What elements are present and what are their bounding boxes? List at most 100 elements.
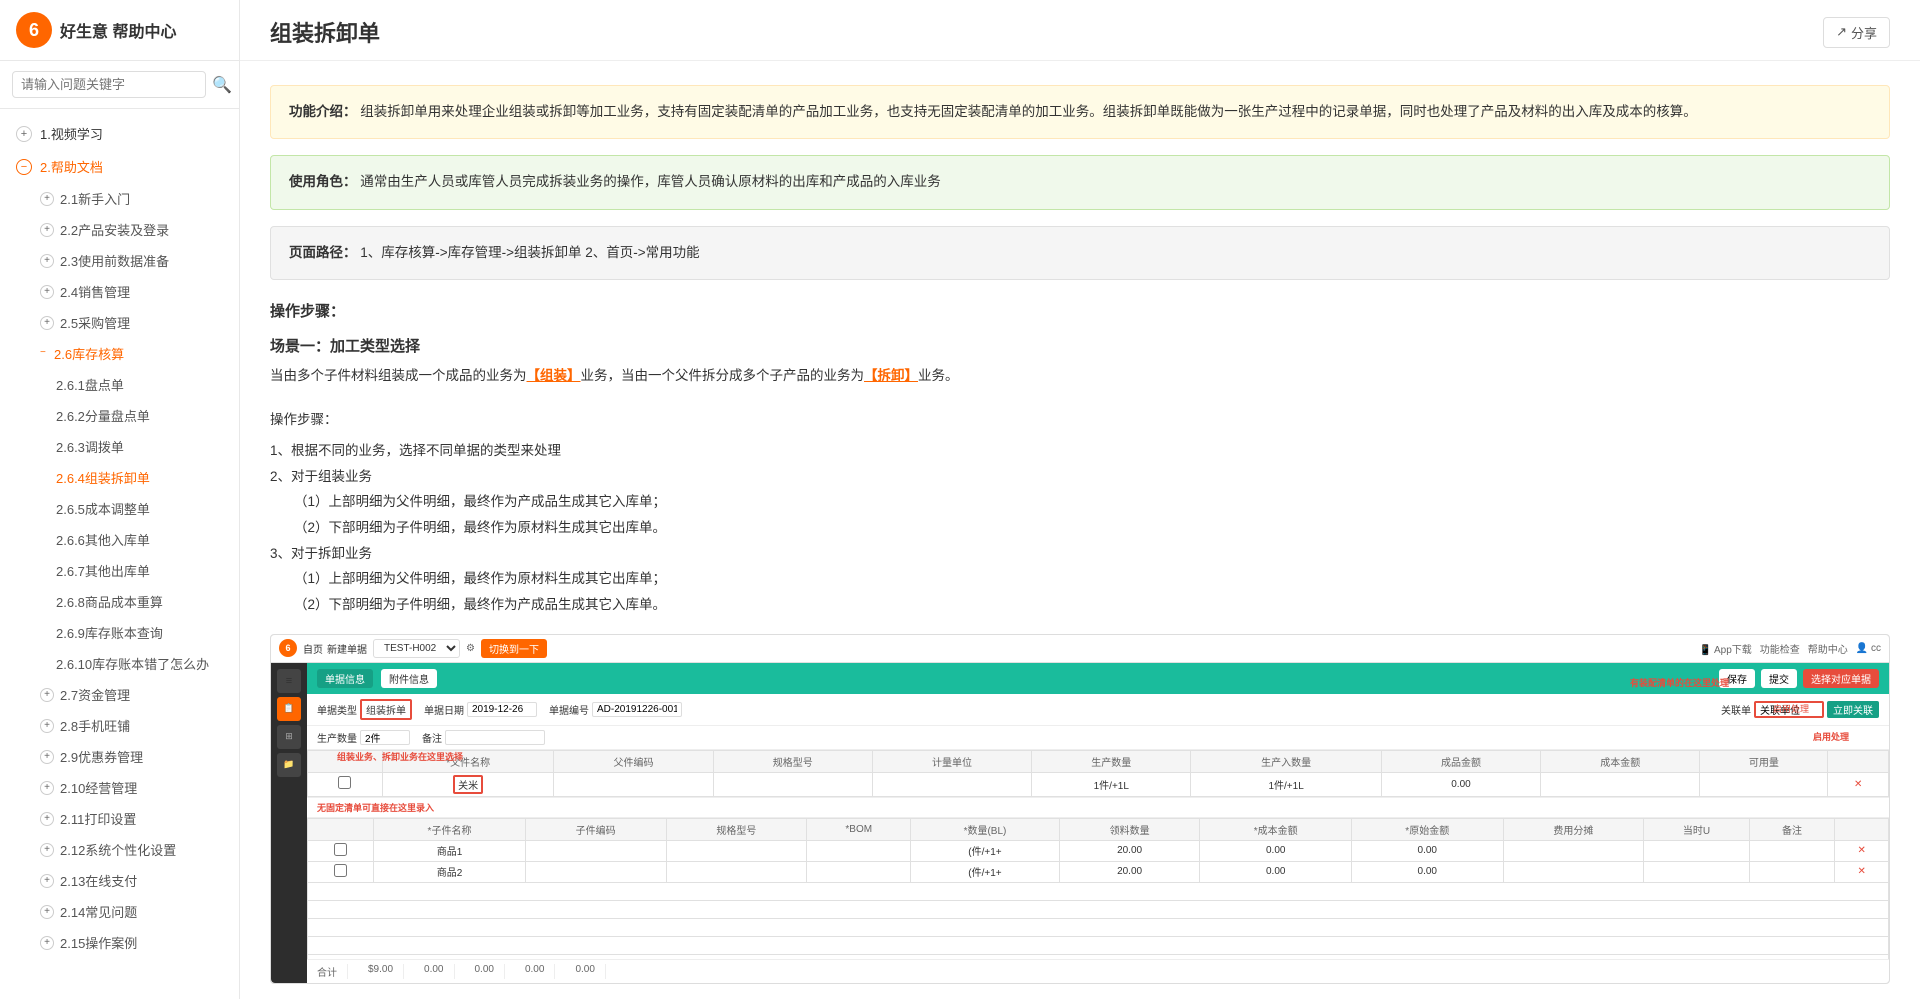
sidebar-item-help-docs[interactable]: − 2.帮助文档 [0,150,239,183]
nav-icon-4[interactable]: 📁 [277,753,301,777]
nav-icon-3[interactable]: ⊞ [277,725,301,749]
expand-icon: + [40,688,54,702]
highlight-assembly[interactable]: 【组装】 [527,368,581,383]
parent-table-header-row: *父件名称 父件编码 规格型号 计量单位 生产数量 生产入数量 成品金额 成本金… [308,750,1889,772]
crow-check2[interactable] [308,861,374,882]
main-content: 组装拆卸单 ↗ 分享 功能介绍： 组装拆卸单用来处理企业组装或拆卸等加工业务，支… [240,0,1920,999]
sidebar-item-2-11[interactable]: + 2.11打印设置 [0,803,239,834]
confirm-btn[interactable]: 立即关联 [1827,701,1879,718]
cth-actions [1835,818,1889,840]
sidebar-item-data-prep[interactable]: + 2.3使用前数据准备 [0,245,239,276]
search-input[interactable] [12,71,206,98]
sidebar-item-inventory[interactable]: − 2.6库存核算 [0,338,239,369]
date-input[interactable] [467,702,537,717]
crow-checkbox[interactable] [334,843,347,856]
related-label: 关联单 [1721,702,1751,717]
approve-btn[interactable]: 选择对应单据 [1803,669,1879,688]
sidebar-item-2-8[interactable]: + 2.8手机旺铺 [0,710,239,741]
sidebar-item-install[interactable]: + 2.2产品安装及登录 [0,214,239,245]
func-intro-section: 功能介绍： 组装拆卸单用来处理企业组装或拆卸等加工业务，支持有固定装配清单的产品… [270,85,1890,139]
footer-val-2: 0.00 [424,964,454,979]
cth-bom: *BOM [807,818,911,840]
annotation-lazy: 启用处理 [1813,730,1849,743]
doc-no-input[interactable] [592,702,682,717]
crow-cost-amt2: 0.00 [1200,861,1352,882]
parent-name-cell[interactable]: 关米 [453,775,483,794]
topbar-section: 新建单据 [327,641,367,656]
crow-checkbox2[interactable] [334,864,347,877]
sidebar-item-2-6-2[interactable]: 2.6.2分量盘点单 [0,400,239,431]
crow-pick-qty: 20.00 [1059,840,1200,861]
sidebar-item-2-6-8[interactable]: 2.6.8商品成本重算 [0,586,239,617]
sidebar-item-purchase[interactable]: + 2.5采购管理 [0,307,239,338]
app-logo: 6 [279,639,297,657]
nav-icon-2[interactable]: 📋 [277,697,301,721]
nav-btn[interactable]: 切换到一下 [481,639,547,658]
sidebar-item-video[interactable]: + 1.视频学习 [0,117,239,150]
sidebar-item-2-6-9[interactable]: 2.6.9库存账本查询 [0,617,239,648]
expand-icon: + [40,905,54,919]
ops-title: 操作步骤： [270,300,1890,321]
fields-container: 单据类型 组装拆单 单据日期 单据编号 [317,699,1879,720]
doc-type-value[interactable]: 组装拆单 [360,699,412,720]
note-label: 备注 [422,730,442,745]
row-prod-qty: 1件/+1L [1032,772,1191,796]
sidebar-item-2-13[interactable]: + 2.13在线支付 [0,865,239,896]
sidebar-item-2-6-5[interactable]: 2.6.5成本调整单 [0,493,239,524]
sidebar-item-2-15[interactable]: + 2.15操作案例 [0,927,239,958]
sidebar-item-2-6-6[interactable]: 2.6.6其他入库单 [0,524,239,555]
empty-row-6 [308,936,1889,954]
crow-note [1749,840,1835,861]
sidebar-item-2-6-1[interactable]: 2.6.1盘点单 [0,369,239,400]
tab-doc-info[interactable]: 单据信息 [317,669,373,688]
sidebar-item-sales[interactable]: + 2.4销售管理 [0,276,239,307]
row-check[interactable] [308,772,383,796]
company-select[interactable]: TEST-H002 [373,639,460,658]
sidebar-item-2-14[interactable]: + 2.14常见问题 [0,896,239,927]
row-parent-code [554,772,713,796]
crow-action[interactable]: ✕ [1835,840,1889,861]
crow-action2[interactable]: ✕ [1835,861,1889,882]
sidebar: 6 好生意 帮助中心 🔍 + 1.视频学习 − 2.帮助文档 + 2.1 [0,0,240,999]
content-body: 功能介绍： 组装拆卸单用来处理企业组装或拆卸等加工业务，支持有固定装配清单的产品… [240,61,1920,999]
page-header: 组装拆卸单 ↗ 分享 [240,0,1920,61]
child-items-table: *子件名称 子件编码 规格型号 *BOM *数量(BL) 领料数量 *成本金额 … [307,818,1889,959]
parent-table-head: *父件名称 父件编码 规格型号 计量单位 生产数量 生产入数量 成品金额 成本金… [308,750,1889,772]
screenshot: 6 自页 新建单据 TEST-H002 ⚙ 切换到一下 📱 App下载 功能检查… [270,634,1890,984]
collapse-icon: − [40,347,54,361]
share-icon: ↗ [1836,24,1847,40]
topbar-icon1: ⚙ [466,643,475,654]
topbar-user: 👤 cc [1856,643,1881,654]
crow-check[interactable] [308,840,374,861]
sidebar-item-newuser[interactable]: + 2.1新手入门 [0,183,239,214]
sidebar-item-2-6-4[interactable]: 2.6.4组装拆卸单 [0,462,239,493]
step-2-sub: （1）上部明细为父件明细，最终作为产成品生成其它入库单； （2）下部明细为子件明… [270,489,1890,540]
steps-intro: 操作步骤： [270,408,1890,428]
form-fields-row1: 单据类型 组装拆单 单据日期 单据编号 [307,694,1889,726]
highlight-disassembly[interactable]: 【拆卸】 [864,368,918,383]
tab-attachments[interactable]: 附件信息 [381,669,437,688]
func-intro-text: 组装拆卸单用来处理企业组装或拆卸等加工业务，支持有固定装配清单的产品加工业务，也… [360,104,1697,119]
cth-check [308,818,374,840]
sidebar-item-2-6-3[interactable]: 2.6.3调拨单 [0,431,239,462]
row-action[interactable]: ✕ [1828,772,1889,796]
search-button[interactable]: 🔍 [212,75,232,95]
sidebar-item-2-10[interactable]: + 2.10经营管理 [0,772,239,803]
note-input[interactable] [445,730,545,745]
sidebar-item-2-12[interactable]: + 2.12系统个性化设置 [0,834,239,865]
sidebar-item-2-6-10[interactable]: 2.6.10库存账本错了怎么办 [0,648,239,679]
nav-icon-1[interactable]: ≡ [277,669,301,693]
sidebar-nav: + 1.视频学习 − 2.帮助文档 + 2.1新手入门 + 2.2产品安装及登录 [0,109,239,999]
submit-btn[interactable]: 提交 [1761,669,1797,688]
sidebar-item-2-9[interactable]: + 2.9优惠券管理 [0,741,239,772]
row-checkbox[interactable] [338,776,351,789]
sidebar-item-2-6-7[interactable]: 2.6.7其他出库单 [0,555,239,586]
table-row [308,900,1889,918]
sidebar-item-2-7[interactable]: + 2.7资金管理 [0,679,239,710]
qty-input[interactable] [360,730,410,745]
expand-icon: + [40,843,54,857]
share-button[interactable]: ↗ 分享 [1823,17,1890,48]
path-text: 1、库存核算->库存管理->组装拆卸单 2、首页->常用功能 [360,245,699,260]
footer-val-4: 0.00 [525,964,555,979]
crow-expense2 [1503,861,1644,882]
